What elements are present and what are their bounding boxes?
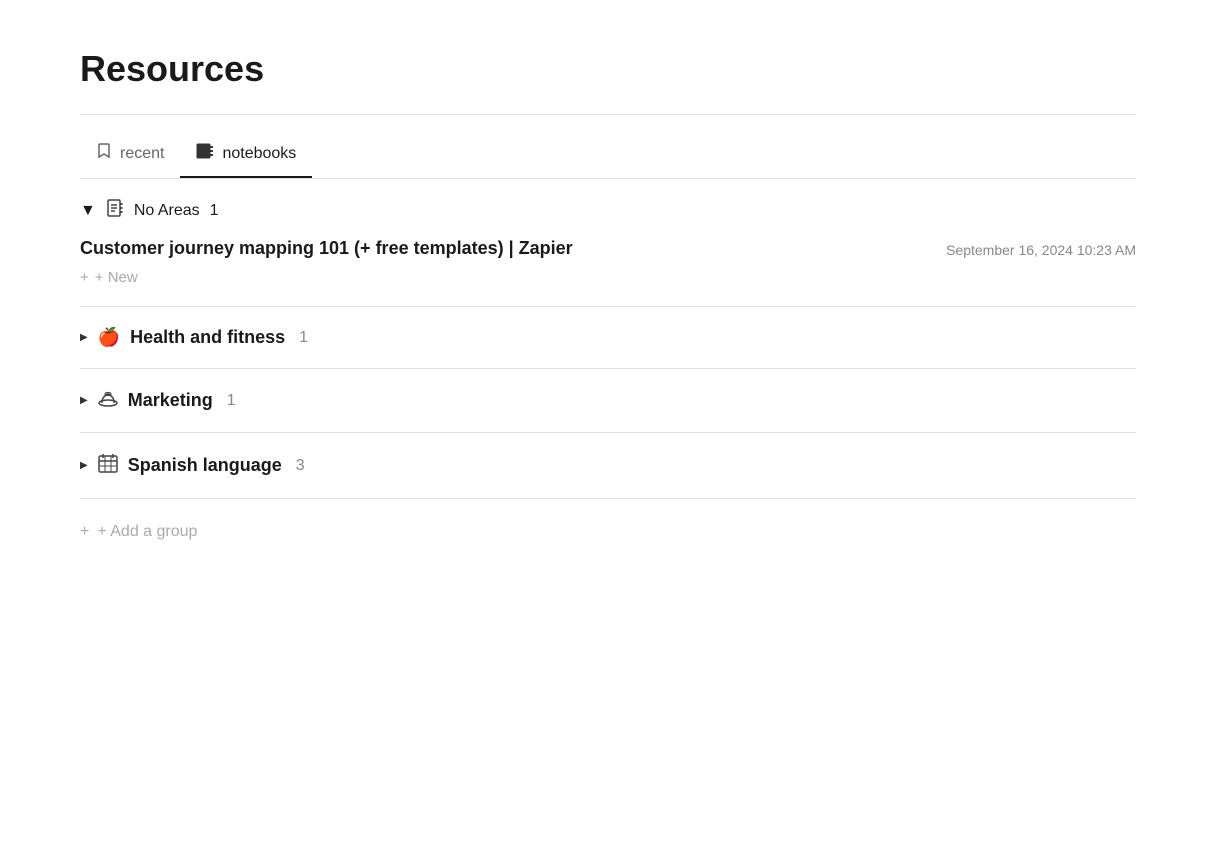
tab-recent-label: recent bbox=[120, 145, 164, 163]
group-health-fitness-header[interactable]: ▶ 🍎 Health and fitness 1 bbox=[80, 307, 1136, 368]
group-spanish-language-name: Spanish language bbox=[128, 455, 282, 476]
calendar-grid-icon bbox=[98, 453, 118, 478]
tab-notebooks-label: notebooks bbox=[222, 145, 296, 163]
group-spanish-language-header[interactable]: ▶ Spanish language 3 bbox=[80, 433, 1136, 498]
group-no-areas-name: No Areas bbox=[134, 202, 200, 220]
group-no-areas: ▼ No Areas 1 Customer journey mapping 10… bbox=[80, 179, 1136, 307]
notebook-item: Customer journey mapping 101 (+ free tem… bbox=[80, 226, 1136, 306]
group-health-fitness-count: 1 bbox=[299, 329, 308, 347]
tabs-container: recent notebooks bbox=[80, 115, 1136, 178]
page-container: Resources recent notebooks bbox=[0, 0, 1216, 613]
chevron-down-icon: ▼ bbox=[80, 202, 96, 220]
group-health-fitness-name: Health and fitness bbox=[130, 327, 285, 348]
group-no-areas-count: 1 bbox=[210, 202, 219, 220]
add-group-label: + Add a group bbox=[97, 523, 197, 541]
group-marketing-count: 1 bbox=[227, 392, 236, 410]
apple-icon: 🍎 bbox=[98, 327, 120, 348]
plus-icon: + bbox=[80, 269, 89, 286]
group-spanish-language-count: 3 bbox=[296, 457, 305, 475]
hat-icon bbox=[98, 389, 118, 412]
add-group-button[interactable]: + + Add a group bbox=[80, 499, 1136, 565]
notebooks-icon bbox=[196, 143, 214, 164]
notebook-date: September 16, 2024 10:23 AM bbox=[946, 238, 1136, 258]
chevron-right-icon: ▶ bbox=[80, 332, 88, 343]
new-notebook-button[interactable]: + + New bbox=[80, 259, 1136, 302]
tab-recent[interactable]: recent bbox=[80, 131, 180, 178]
group-marketing: ▶ Marketing 1 bbox=[80, 369, 1136, 433]
notebook-title[interactable]: Customer journey mapping 101 (+ free tem… bbox=[80, 238, 573, 259]
group-marketing-name: Marketing bbox=[128, 390, 213, 411]
tab-notebooks[interactable]: notebooks bbox=[180, 131, 312, 178]
new-label: + New bbox=[95, 269, 138, 286]
chevron-right-icon: ▶ bbox=[80, 395, 88, 406]
group-no-areas-header[interactable]: ▼ No Areas 1 bbox=[80, 179, 1136, 226]
group-spanish-language: ▶ Spanish language 3 bbox=[80, 433, 1136, 499]
plus-icon: + bbox=[80, 523, 89, 541]
page-title: Resources bbox=[80, 48, 1136, 90]
chevron-right-icon: ▶ bbox=[80, 460, 88, 471]
group-health-fitness: ▶ 🍎 Health and fitness 1 bbox=[80, 307, 1136, 369]
bookmark-icon bbox=[96, 143, 112, 164]
notebook-meta: Customer journey mapping 101 (+ free tem… bbox=[80, 238, 1136, 259]
group-marketing-header[interactable]: ▶ Marketing 1 bbox=[80, 369, 1136, 432]
notebook-outline-icon bbox=[106, 199, 124, 222]
